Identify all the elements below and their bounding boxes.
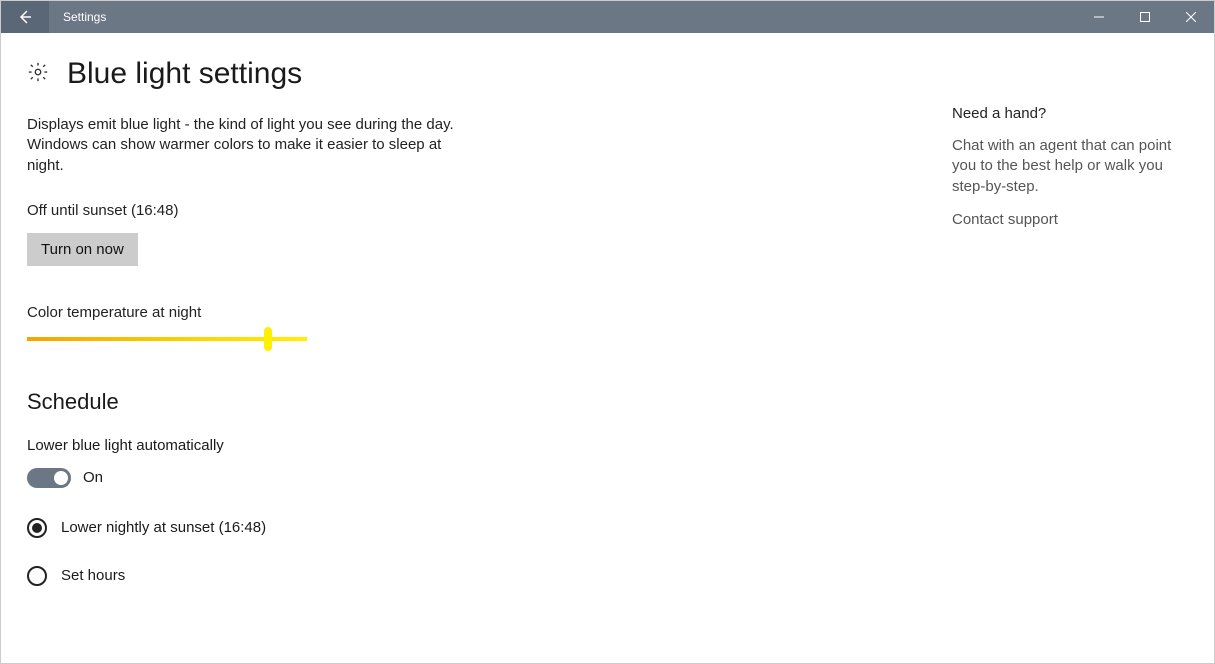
page-title: Blue light settings [67,57,302,91]
help-text: Chat with an agent that can point you to… [952,136,1182,197]
page-header: Blue light settings [27,57,727,91]
toggle-knob [54,471,68,485]
window-controls [1076,1,1214,33]
radio-sunset[interactable]: Lower nightly at sunset (16:48) [27,518,727,538]
gear-icon [27,61,49,88]
maximize-icon [1140,12,1150,22]
close-icon [1186,12,1196,22]
radio-icon [27,566,47,586]
radio-icon [27,518,47,538]
color-temp-label: Color temperature at night [27,304,727,321]
help-sidebar: Need a hand? Chat with an agent that can… [952,57,1182,663]
titlebar: Settings [1,1,1214,33]
slider-track [27,337,307,341]
minimize-button[interactable] [1076,1,1122,33]
radio-set-hours-label: Set hours [61,567,125,584]
help-header: Need a hand? [952,105,1182,122]
close-button[interactable] [1168,1,1214,33]
schedule-header: Schedule [27,389,727,415]
maximize-button[interactable] [1122,1,1168,33]
arrow-left-icon [17,9,33,25]
auto-lower-label: Lower blue light automatically [27,437,727,454]
turn-on-button[interactable]: Turn on now [27,233,138,266]
status-text: Off until sunset (16:48) [27,202,727,219]
radio-set-hours[interactable]: Set hours [27,566,727,586]
slider-thumb[interactable] [264,327,272,351]
auto-lower-toggle[interactable] [27,468,71,488]
radio-sunset-label: Lower nightly at sunset (16:48) [61,519,266,536]
page-description: Displays emit blue light - the kind of l… [27,115,467,176]
toggle-state-label: On [83,469,103,486]
radio-dot-icon [32,523,42,533]
minimize-icon [1094,12,1104,22]
back-button[interactable] [1,1,49,33]
color-temp-slider[interactable] [27,337,307,341]
window-title: Settings [49,10,106,24]
contact-support-link[interactable]: Contact support [952,211,1182,228]
